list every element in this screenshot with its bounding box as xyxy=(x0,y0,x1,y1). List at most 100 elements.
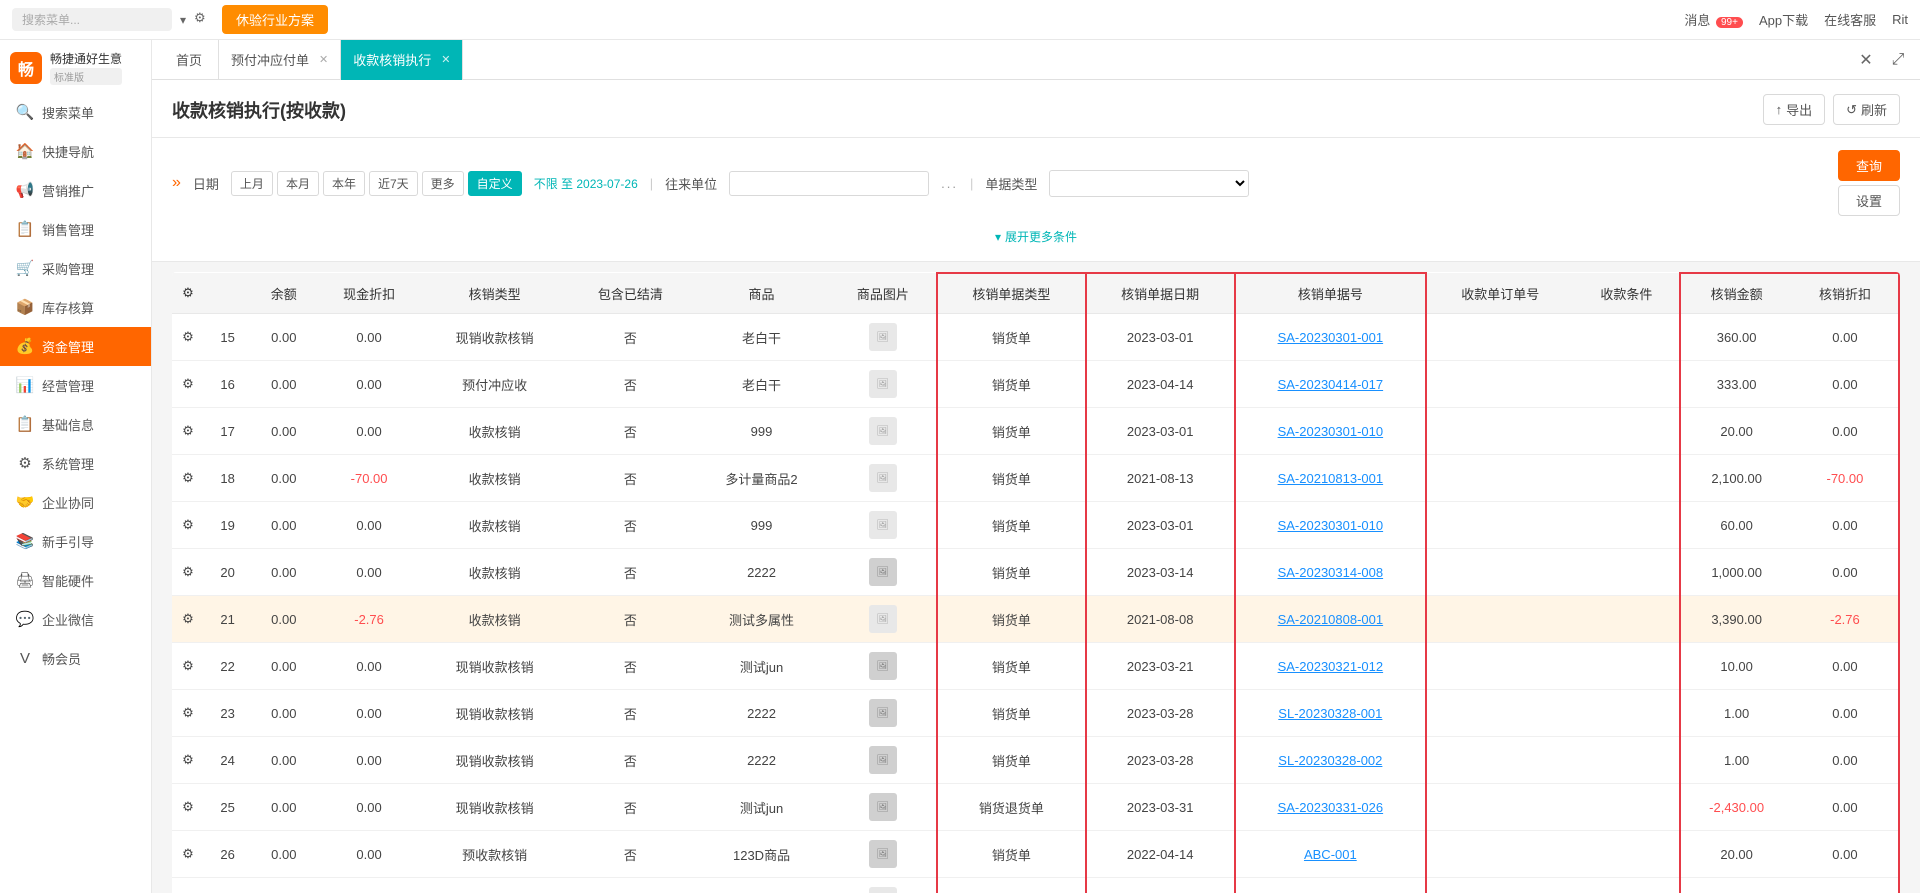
top-search-area[interactable]: 搜索菜单... xyxy=(12,8,172,31)
cell-included-cleared: 否 xyxy=(568,831,694,878)
goods-image-empty: 🖼 xyxy=(869,464,897,492)
cell-verify-type: 现销收款核销 xyxy=(422,314,568,361)
cell-goods-image[interactable]: 🖼 xyxy=(830,455,937,502)
date-btn-last-7-days[interactable]: 近7天 xyxy=(369,171,418,196)
cell-included-cleared: 否 xyxy=(568,596,694,643)
sidebar-item-finance[interactable]: 💰 资金管理 xyxy=(0,327,151,366)
cell-bill-no[interactable]: SL-20230328-001 xyxy=(1235,690,1427,737)
sidebar-item-operations[interactable]: 📊 经营管理 xyxy=(0,366,151,405)
cell-gear[interactable]: ⚙ xyxy=(172,549,204,596)
sidebar-icon-finance: 💰 xyxy=(16,337,34,355)
sidebar-item-inventory[interactable]: 📦 库存核算 xyxy=(0,288,151,327)
date-btn-this-month[interactable]: 本月 xyxy=(277,171,319,196)
sidebar-item-quick-nav[interactable]: 🏠 快捷导航 xyxy=(0,132,151,171)
tab-close-all-button[interactable]: ✕ xyxy=(1852,46,1880,74)
cell-bill-no[interactable]: SA-20230301-010 xyxy=(1235,408,1427,455)
expand-more-button[interactable]: ▾ 展开更多条件 xyxy=(995,228,1077,245)
refresh-button[interactable]: ↺ 刷新 xyxy=(1833,94,1900,125)
cell-bill-no[interactable]: SA-20230414-017 xyxy=(1235,361,1427,408)
cell-bill-no[interactable]: SA-20230331-026 xyxy=(1235,784,1427,831)
bill-type-filter-label: 单据类型 xyxy=(985,174,1037,193)
cell-gear[interactable]: ⚙ xyxy=(172,690,204,737)
cell-goods-image[interactable]: 🖼 xyxy=(830,596,937,643)
cell-gear[interactable]: ⚙ xyxy=(172,831,204,878)
sidebar-item-vip[interactable]: V 畅会员 xyxy=(0,639,151,678)
cell-receipt-condition xyxy=(1573,831,1680,878)
cell-gear[interactable]: ⚙ xyxy=(172,596,204,643)
cell-goods-image[interactable]: 🖼 xyxy=(830,502,937,549)
sidebar-item-search[interactable]: 🔍 搜索菜单 xyxy=(0,93,151,132)
cell-bill-no[interactable]: SA-20210813-001 xyxy=(1235,455,1427,502)
filter-expand-icon[interactable]: » xyxy=(172,174,181,192)
tab-prepay-close[interactable]: ✕ xyxy=(319,53,328,66)
top-dropdown-arrow[interactable]: ▾ xyxy=(180,13,186,27)
tab-expand-button[interactable]: ⤢ xyxy=(1884,46,1912,74)
cell-goods-image[interactable]: 🖼 xyxy=(830,690,937,737)
cell-bill-no[interactable]: SA-20230301-001 xyxy=(1235,314,1427,361)
cell-gear[interactable]: ⚙ xyxy=(172,784,204,831)
table-area: ⚙ 余额 现金折扣 核销类型 包含已结清 商品 商品图片 核销单据类型 核销单据… xyxy=(152,262,1920,893)
cell-gear[interactable]: ⚙ xyxy=(172,408,204,455)
date-btn-this-year[interactable]: 本年 xyxy=(323,171,365,196)
query-button[interactable]: 查询 xyxy=(1838,150,1900,181)
cell-bill-no[interactable]: SL-20230408-001 xyxy=(1235,878,1427,893)
table-row: ⚙ 25 0.00 0.00 现销收款核销 否 测试jun 🖼 销货退货单 20… xyxy=(172,784,1899,831)
col-header-gear[interactable]: ⚙ xyxy=(172,273,204,314)
tab-prepay[interactable]: 预付冲应付单 ✕ xyxy=(219,40,341,80)
cell-goods-image[interactable]: 🖼 xyxy=(830,361,937,408)
cell-bill-no[interactable]: SA-20230314-008 xyxy=(1235,549,1427,596)
cell-gear[interactable]: ⚙ xyxy=(172,361,204,408)
cell-gear[interactable]: ⚙ xyxy=(172,643,204,690)
cell-bill-no[interactable]: ABC-001 xyxy=(1235,831,1427,878)
cell-goods-image[interactable]: 🖼 xyxy=(830,831,937,878)
export-button[interactable]: ↑ 导出 xyxy=(1763,94,1826,125)
cell-bill-no[interactable]: SA-20230321-012 xyxy=(1235,643,1427,690)
cell-goods-image[interactable]: 🖼 xyxy=(830,408,937,455)
sidebar-item-guide[interactable]: 📚 新手引导 xyxy=(0,522,151,561)
online-service-link[interactable]: 在线客服 xyxy=(1824,10,1876,29)
table-row: ⚙ 19 0.00 0.00 收款核销 否 999 🖼 销货单 2023-03-… xyxy=(172,502,1899,549)
cell-goods-image[interactable]: 🖼 xyxy=(830,737,937,784)
sidebar-item-system[interactable]: ⚙ 系统管理 xyxy=(0,444,151,483)
cell-gear[interactable]: ⚙ xyxy=(172,502,204,549)
date-btn-custom[interactable]: 自定义 xyxy=(468,171,522,196)
cell-goods-image[interactable]: 🖼 xyxy=(830,878,937,893)
cell-gear[interactable]: ⚙ xyxy=(172,455,204,502)
filter-settings-button[interactable]: 设置 xyxy=(1838,185,1900,216)
goods-image-empty: 🖼 xyxy=(869,370,897,398)
cell-gear[interactable]: ⚙ xyxy=(172,737,204,784)
sidebar-item-hardware[interactable]: 🖨 智能硬件 xyxy=(0,561,151,600)
cell-goods-image[interactable]: 🖼 xyxy=(830,784,937,831)
col-header-cash-discount: 现金折扣 xyxy=(316,273,421,314)
sidebar-item-wechat[interactable]: 💬 企业微信 xyxy=(0,600,151,639)
cell-gear[interactable]: ⚙ xyxy=(172,314,204,361)
cell-goods-image[interactable]: 🖼 xyxy=(830,549,937,596)
cell-goods-image[interactable]: 🖼 xyxy=(830,643,937,690)
table-row: ⚙ 27 0.00 0.00 现销收款核销 否 衣服00001 🖼 销货单 20… xyxy=(172,878,1899,893)
industry-solution-button[interactable]: 休验行业方案 xyxy=(222,5,328,34)
sidebar-item-basic-info[interactable]: 📋 基础信息 xyxy=(0,405,151,444)
messages-link[interactable]: 消息 99+ xyxy=(1684,10,1743,29)
tab-home[interactable]: 首页 xyxy=(160,40,219,80)
sidebar-item-marketing[interactable]: 📢 营销推广 xyxy=(0,171,151,210)
cell-bill-date: 2023-03-28 xyxy=(1086,737,1235,784)
app-download-link[interactable]: App下载 xyxy=(1759,10,1808,29)
cell-bill-no[interactable]: SA-20230301-010 xyxy=(1235,502,1427,549)
bill-type-filter-select[interactable] xyxy=(1049,170,1249,197)
partner-filter-input[interactable] xyxy=(729,171,929,196)
cell-verify-type: 收款核销 xyxy=(422,549,568,596)
cell-bill-no[interactable]: SA-20210808-001 xyxy=(1235,596,1427,643)
cell-bill-no[interactable]: SL-20230328-002 xyxy=(1235,737,1427,784)
goods-image-empty: 🖼 xyxy=(869,605,897,633)
settings-icon[interactable]: ⚙ xyxy=(194,10,214,30)
sidebar-item-sales[interactable]: 📋 销售管理 xyxy=(0,210,151,249)
tab-receipt-verify[interactable]: 收款核销执行 ✕ xyxy=(341,40,463,80)
tab-receipt-verify-close[interactable]: ✕ xyxy=(441,53,450,66)
date-btn-more[interactable]: 更多 xyxy=(422,171,464,196)
sidebar-item-purchase[interactable]: 🛒 采购管理 xyxy=(0,249,151,288)
cell-gear[interactable]: ⚙ xyxy=(172,878,204,893)
date-btn-last-month[interactable]: 上月 xyxy=(231,171,273,196)
cell-goods-image[interactable]: 🖼 xyxy=(830,314,937,361)
sidebar-item-enterprise[interactable]: 🤝 企业协同 xyxy=(0,483,151,522)
table-wrap: ⚙ 余额 现金折扣 核销类型 包含已结清 商品 商品图片 核销单据类型 核销单据… xyxy=(172,272,1900,893)
